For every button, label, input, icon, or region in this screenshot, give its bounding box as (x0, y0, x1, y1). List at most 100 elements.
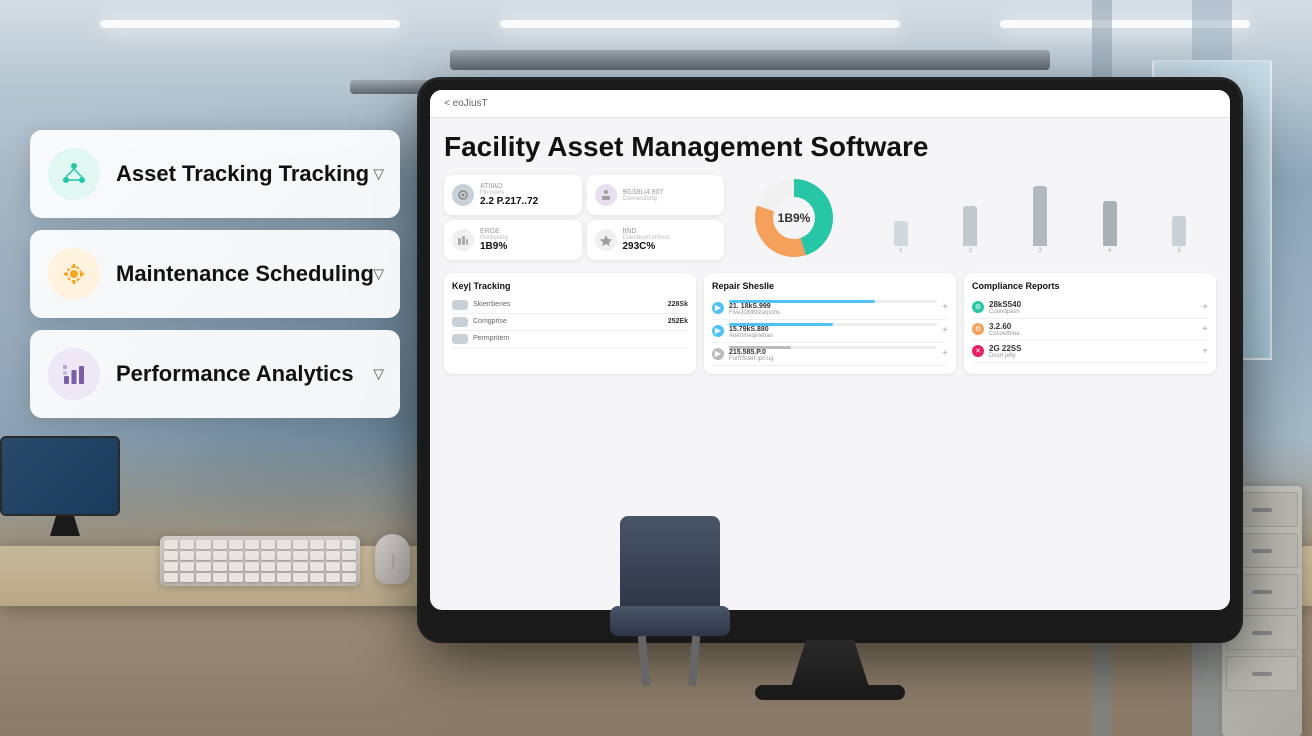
stat-card-0: ATIIAD Finosiers 2.2 P.217..72 (444, 175, 582, 215)
bar-label-5: 5 (1178, 248, 1181, 254)
key (245, 573, 259, 582)
item-value-3-1: 3.2.60 (989, 322, 1197, 331)
stat-card-1: ERGE Pretoporig 1B9% (444, 220, 582, 260)
key (342, 551, 356, 560)
analytics-text: Performance Analytics (116, 361, 380, 387)
item-dot-2-2: ▶ (712, 348, 724, 360)
stat-label-1: ERGE (480, 228, 574, 235)
key (213, 551, 227, 560)
analytics-title: Performance Analytics (116, 361, 380, 387)
feature-card-maintenance[interactable]: Maintenance Scheduling ▽ (30, 230, 400, 318)
key (261, 562, 275, 571)
key (261, 540, 275, 549)
screen-content: < eoJiusT Facility Asset Management Soft… (430, 90, 1230, 610)
bar-3 (1033, 186, 1047, 246)
feature-card-analytics[interactable]: Performance Analytics ▽ (30, 330, 400, 418)
add-button-3-2[interactable]: + (1202, 346, 1208, 357)
key (245, 551, 259, 560)
network-icon (60, 160, 88, 188)
key (196, 573, 210, 582)
key (293, 551, 307, 560)
stat-info-0: ATIIAD Finosiers 2.2 P.217..72 (480, 183, 574, 207)
bar-label-4: 4 (1108, 248, 1111, 254)
panel-item-2-2: ▶ 215.585.P.0 FurftSoert lpn.ug + (712, 343, 948, 366)
add-button-2-2[interactable]: + (942, 348, 948, 359)
item-info-3-0: 28kS540 Coondpasn (989, 300, 1197, 315)
key (261, 551, 275, 560)
item-dot-3-0: ⚙ (972, 301, 984, 313)
stat-label-0: ATIIAD (480, 183, 574, 190)
cabinet-drawer-5 (1226, 656, 1298, 691)
key (196, 551, 210, 560)
add-button-3-1[interactable]: + (1202, 324, 1208, 335)
stat-label-3: 9GS8Li4.907 (623, 189, 717, 196)
item-icon-1-1 (452, 317, 468, 327)
add-button-2-0[interactable]: + (942, 302, 948, 313)
panel-item-3-2: ✕ 2G 22SS Dsort jefiy + (972, 341, 1208, 363)
add-button-2-1[interactable]: + (942, 325, 948, 336)
key (310, 562, 324, 571)
item-info-2-2: 215.585.P.0 FurftSoert lpn.ug (729, 346, 937, 362)
maintenance-icon-bg (48, 248, 100, 300)
bar-label-2: 2 (969, 248, 972, 254)
secondary-monitor-stand (50, 516, 80, 536)
secondary-monitor (0, 436, 130, 596)
item-icon-1-2 (452, 334, 468, 344)
screen-body: Facility Asset Management Software (430, 118, 1230, 610)
panel-repair-schedule: Repair Sheslle ▶ 21. 18kS.999 FiveJOMNlz… (704, 273, 956, 374)
bar-1 (894, 221, 908, 246)
maintenance-chevron: ▽ (373, 266, 384, 283)
item-sub-3-0: Coondpasn (989, 309, 1197, 315)
bar-4 (1103, 201, 1117, 246)
item-dot-2-0: ▶ (712, 302, 724, 314)
panel-item-1-0: Skierrberies 228Sk (452, 297, 688, 314)
stat-label-2: ftND (623, 228, 717, 235)
key (180, 573, 194, 582)
key (229, 540, 243, 549)
key (196, 562, 210, 571)
key (164, 551, 178, 560)
key (229, 562, 243, 571)
stat-icon-0 (452, 184, 474, 206)
item-info-2-0: 21. 18kS.999 FiveJOMNlzarpons (729, 300, 937, 316)
key (229, 551, 243, 560)
item-info-2-1: 15.79kS.880 Aoertmeqirletras (729, 323, 937, 339)
key (229, 573, 243, 582)
bar-group-3: 3 (1008, 186, 1072, 254)
stat-value-2: 293C% (623, 241, 717, 252)
donut-chart-svg: 1B9% (749, 173, 839, 263)
bar-label-3: 3 (1038, 248, 1041, 254)
stat-icon-1 (452, 229, 474, 251)
bar-group-5: 5 (1147, 216, 1211, 254)
panel-item-2-0: ▶ 21. 18kS.999 FiveJOMNlzarpons + (712, 297, 948, 320)
item-name-1-1: Comgprise (473, 318, 663, 325)
panel-title-3: Compliance Reports (972, 281, 1208, 291)
item-value-3-2: 2G 22SS (989, 344, 1197, 353)
key (180, 562, 194, 571)
panel-title-2: Repair Sheslle (712, 281, 948, 291)
key (310, 540, 324, 549)
stat-card-3: 9GS8Li4.907 Coeneoifortg (587, 175, 725, 215)
chart-icon (60, 360, 88, 388)
item-value-2-0: 21. 18kS.999 (729, 303, 937, 310)
add-button-3-0[interactable]: + (1202, 302, 1208, 313)
asset-tracking-title: Asset Tracking Tracking (116, 161, 380, 187)
maintenance-text: Maintenance Scheduling (116, 261, 380, 287)
screen-header: < eoJiusT (430, 90, 1230, 118)
stat-info-3: 9GS8Li4.907 Coeneoifortg (623, 189, 717, 202)
bar-5 (1172, 216, 1186, 246)
back-button[interactable]: < eoJiusT (444, 98, 488, 109)
key (342, 562, 356, 571)
key (277, 562, 291, 571)
stat-icon-2 (595, 229, 617, 251)
main-monitor: < eoJiusT Facility Asset Management Soft… (420, 80, 1240, 640)
monitor-screen: < eoJiusT Facility Asset Management Soft… (430, 90, 1230, 610)
item-sub-2-0: FiveJOMNlzarpons (729, 310, 937, 316)
key (180, 540, 194, 549)
key (342, 540, 356, 549)
chair-back (620, 516, 720, 606)
panel-item-1-2: Permpritem (452, 331, 688, 348)
item-sub-2-2: FurftSoert lpn.ug (729, 356, 937, 362)
chair-seat (610, 606, 730, 636)
feature-card-asset-tracking[interactable]: Asset Tracking Tracking ▽ (30, 130, 400, 218)
